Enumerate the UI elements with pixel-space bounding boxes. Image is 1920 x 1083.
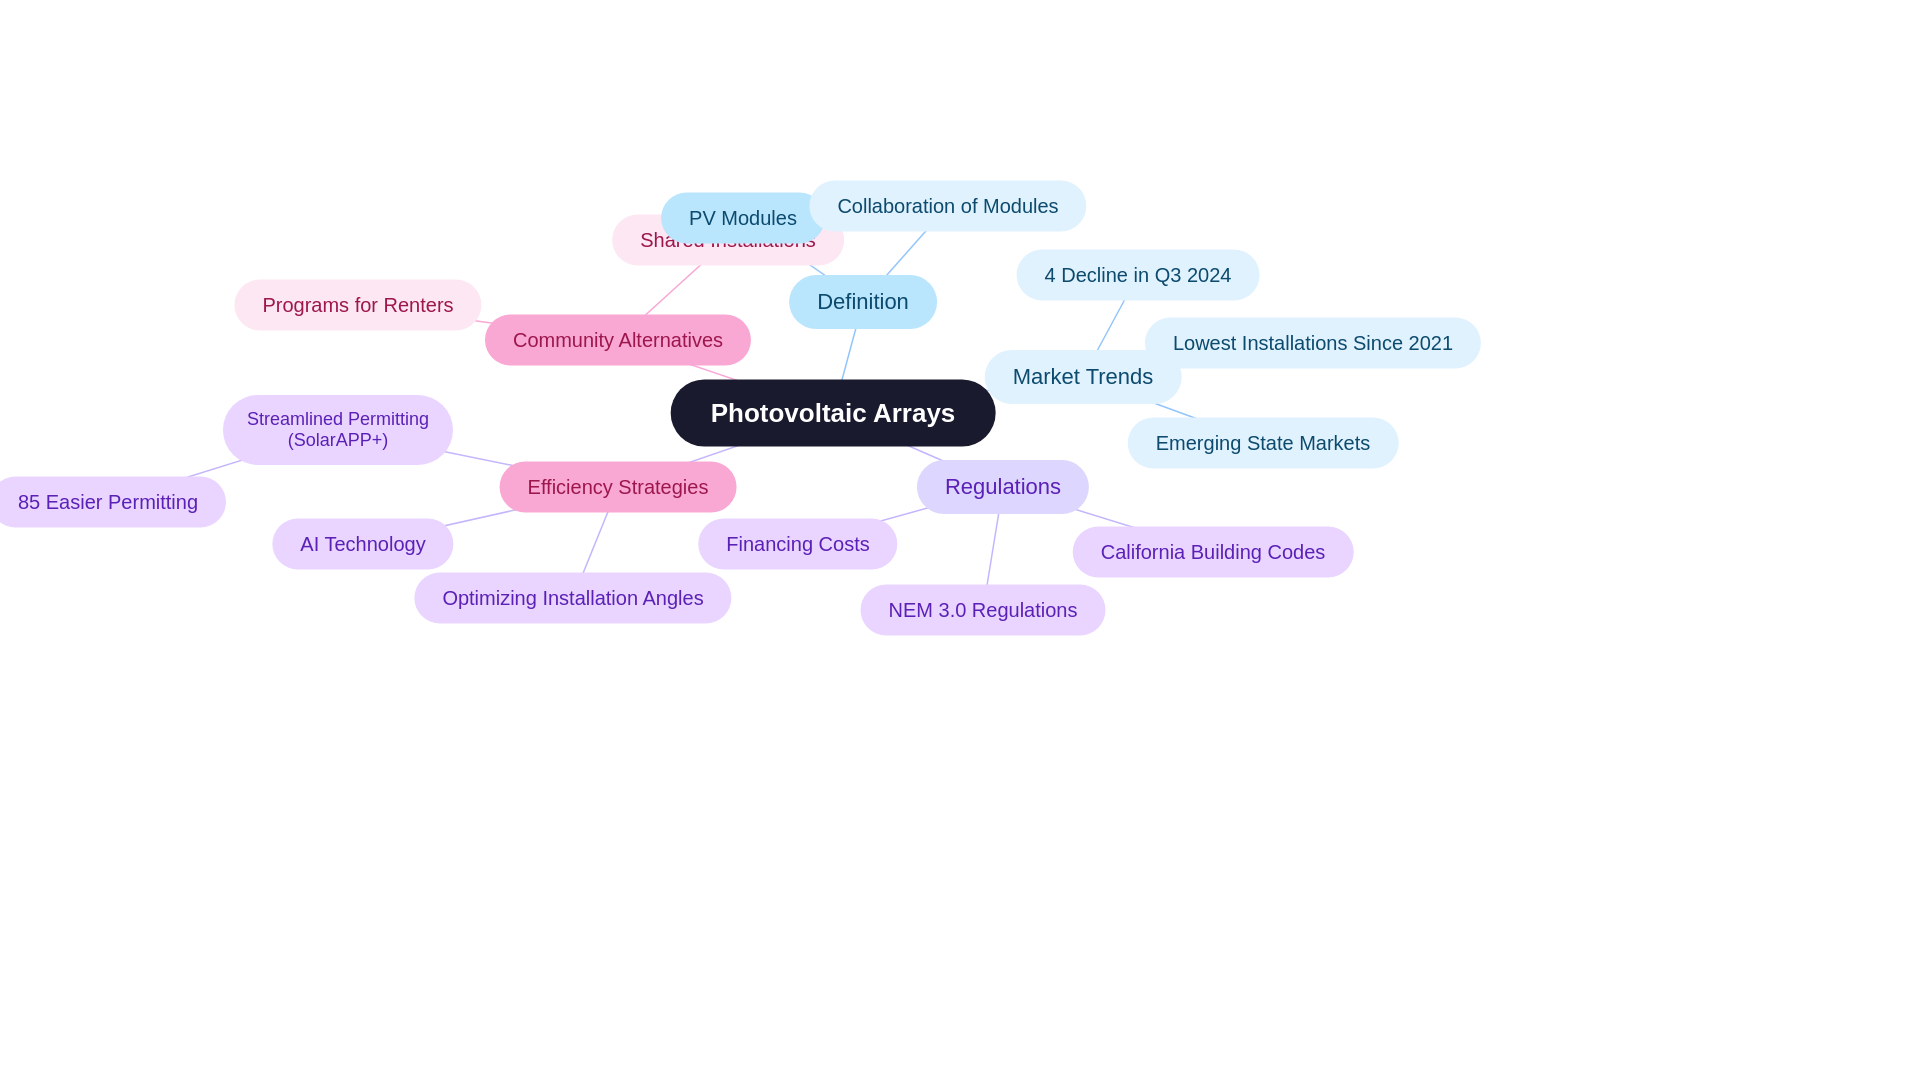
node-optimizing-angles[interactable]: Optimizing Installation Angles (414, 573, 731, 624)
node-easier-permitting[interactable]: 85 Easier Permitting (0, 477, 226, 528)
node-streamlined-permitting[interactable]: Streamlined Permitting (SolarAPP+) (223, 395, 453, 465)
node-financing-costs[interactable]: Financing Costs (698, 519, 897, 570)
node-pv-modules[interactable]: PV Modules (661, 193, 825, 244)
node-lowest-installations[interactable]: Lowest Installations Since 2021 (1145, 318, 1481, 369)
node-definition[interactable]: Definition (789, 275, 937, 329)
node-ca-building-codes[interactable]: California Building Codes (1073, 527, 1354, 578)
node-ai-technology[interactable]: AI Technology (272, 519, 453, 570)
node-nem-regulations[interactable]: NEM 3.0 Regulations (861, 585, 1106, 636)
center-node[interactable]: Photovoltaic Arrays (671, 380, 996, 447)
node-programs-for-renters[interactable]: Programs for Renters (234, 280, 481, 331)
node-regulations[interactable]: Regulations (917, 460, 1089, 514)
node-emerging-markets[interactable]: Emerging State Markets (1128, 418, 1399, 469)
node-collaboration-modules[interactable]: Collaboration of Modules (809, 181, 1086, 232)
node-efficiency-strategies[interactable]: Efficiency Strategies (500, 462, 737, 513)
node-decline-q3[interactable]: 4 Decline in Q3 2024 (1017, 250, 1260, 301)
node-community-alternatives[interactable]: Community Alternatives (485, 315, 751, 366)
